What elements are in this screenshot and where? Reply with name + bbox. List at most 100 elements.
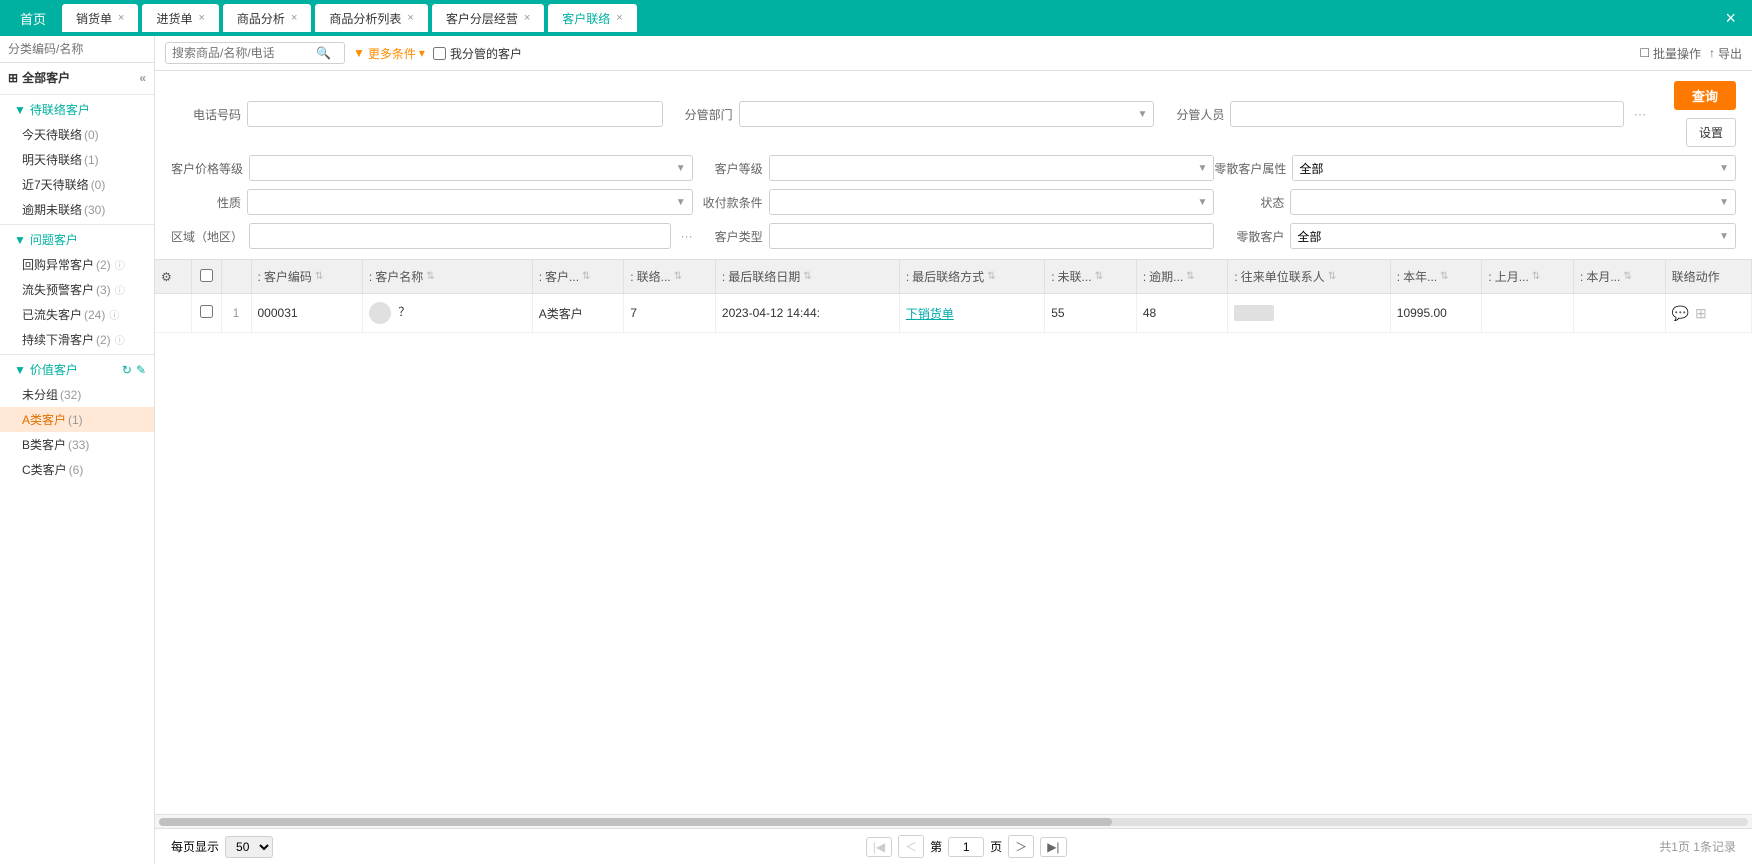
sidebar-item-churned[interactable]: 已流失客户(24) ⓘ <box>0 302 154 327</box>
sidebar-item-unclassified[interactable]: 未分组(32) <box>0 382 154 407</box>
filter-row-3: 性质 ▼ 收付款条件 ▼ 状态 <box>171 189 1736 215</box>
edit-icon[interactable]: ✎ <box>136 363 146 377</box>
horizontal-scrollbar[interactable] <box>155 814 1752 828</box>
chevron-down-icon-status: ▼ <box>1719 197 1729 208</box>
filter-bar: 🔍 ▼ 更多条件 ▾ 我分管的客户 ☐ 批量操作 ↑ 导出 <box>155 36 1752 71</box>
department-select[interactable]: ▼ <box>739 101 1155 127</box>
col-checkbox-header <box>191 260 221 294</box>
col-type-header[interactable]: : 客户... ⇅ <box>532 260 624 294</box>
sidebar-search-input[interactable] <box>8 42 155 56</box>
unit-contact-placeholder <box>1234 305 1274 321</box>
close-product-list-tab[interactable]: × <box>407 12 413 24</box>
col-thisyear-header[interactable]: : 本年... ⇅ <box>1390 260 1482 294</box>
phone-input[interactable] <box>247 101 663 127</box>
sidebar-item-class-c[interactable]: C类客户(6) <box>0 457 154 482</box>
sidebar-item-churn-warning[interactable]: 流失预警客户(3) ⓘ <box>0 277 154 302</box>
page-input[interactable] <box>948 837 984 857</box>
col-uncontacted-header[interactable]: : 未联... ⇅ <box>1045 260 1137 294</box>
qr-icon[interactable]: ⊞ <box>1695 305 1707 322</box>
search-icon[interactable]: 🔍 <box>316 46 331 60</box>
sidebar-item-tomorrow[interactable]: 明天待联络(1) <box>0 147 154 172</box>
sidebar-problem-group[interactable]: ▼ 问题客户 <box>0 227 154 252</box>
col-lastmonth-header[interactable]: : 上月... ⇅ <box>1482 260 1574 294</box>
retail-attr-select[interactable]: 全部 ▼ <box>1292 155 1736 181</box>
scroll-track[interactable] <box>159 818 1748 826</box>
nature-select[interactable]: ▼ <box>247 189 693 215</box>
page-size-label: 每页显示 <box>171 838 219 855</box>
sidebar-item-class-b[interactable]: B类客户(33) <box>0 432 154 457</box>
chevron-down-icon-level: ▼ <box>1197 163 1207 174</box>
my-customers-checkbox[interactable]: 我分管的客户 <box>433 45 522 62</box>
prev-page-button[interactable]: ＜ <box>898 835 924 858</box>
col-unitcontact-header[interactable]: : 往来单位联系人 ⇅ <box>1228 260 1390 294</box>
sidebar-value-group[interactable]: ▼ 价值客户 ↻ ✎ <box>0 357 154 382</box>
last-page-button[interactable]: ▶| <box>1040 837 1066 857</box>
sidebar-search-container: 🔍 <box>0 36 154 63</box>
chat-icon[interactable]: 💬 <box>1672 305 1689 322</box>
customer-level-select[interactable]: ▼ <box>769 155 1215 181</box>
next-page-button[interactable]: ＞ <box>1008 835 1034 858</box>
nav-tab-purchase[interactable]: 进货单 × <box>142 4 218 32</box>
page-size-select[interactable]: 50 <box>225 836 273 858</box>
window-close-button[interactable]: × <box>1717 8 1744 29</box>
query-button[interactable]: 查询 <box>1674 81 1736 110</box>
col-lastdate-header[interactable]: : 最后联络日期 ⇅ <box>715 260 899 294</box>
filter-department: 分管部门 ▼ <box>663 101 1155 127</box>
price-level-select[interactable]: ▼ <box>249 155 693 181</box>
region-dots[interactable]: ··· <box>681 229 693 243</box>
search-input[interactable] <box>172 46 312 60</box>
col-code-header[interactable]: : 客户编码 ⇅ <box>251 260 362 294</box>
sidebar-item-today[interactable]: 今天待联络(0) <box>0 122 154 147</box>
region-input[interactable] <box>249 223 671 249</box>
col-settings[interactable]: ⚙ <box>155 260 191 294</box>
col-contact-header[interactable]: : 联络... ⇅ <box>624 260 716 294</box>
nav-home[interactable]: 首页 <box>8 0 58 36</box>
status-select[interactable]: ▼ <box>1290 189 1736 215</box>
close-sales-tab[interactable]: × <box>118 12 124 24</box>
manager-dots[interactable]: ··· <box>1634 107 1646 121</box>
close-product-analysis-tab[interactable]: × <box>291 12 297 24</box>
row-checkbox[interactable] <box>200 305 213 318</box>
sidebar-collapse-icon[interactable]: « <box>139 71 146 85</box>
sidebar-item-7days[interactable]: 近7天待联络(0) <box>0 172 154 197</box>
row-num-cell: 1 <box>221 294 251 333</box>
refresh-icon[interactable]: ↻ <box>122 363 132 377</box>
row-lastmethod-cell[interactable]: 下销货单 <box>899 294 1044 333</box>
col-overdue-header[interactable]: : 逾期... ⇅ <box>1136 260 1228 294</box>
scroll-thumb[interactable] <box>159 818 1112 826</box>
sidebar-item-repurchase-anomaly[interactable]: 回购异常客户(2) ⓘ <box>0 252 154 277</box>
retail-customer-select[interactable]: 全部 ▼ <box>1290 223 1736 249</box>
payment-select[interactable]: ▼ <box>769 189 1215 215</box>
export-button[interactable]: ↑ 导出 <box>1709 45 1742 62</box>
nav-tab-customer-contact[interactable]: 客户联络 × <box>548 4 636 32</box>
sidebar-item-class-a[interactable]: A类客户(1) <box>0 407 154 432</box>
nav-tab-sales[interactable]: 销货单 × <box>62 4 138 32</box>
nav-tab-customer-segment[interactable]: 客户分层经营 × <box>432 4 544 32</box>
batch-op-button[interactable]: ☐ 批量操作 <box>1639 45 1701 62</box>
sidebar-item-overdue[interactable]: 逾期未联络(30) <box>0 197 154 222</box>
sort-icon-lastmethod: ⇅ <box>987 271 995 282</box>
sidebar-item-declining[interactable]: 持续下滑客户(2) ⓘ <box>0 327 154 352</box>
close-segment-tab[interactable]: × <box>524 12 530 24</box>
col-thismonth-header[interactable]: : 本月... ⇅ <box>1573 260 1665 294</box>
nav-tab-product-analysis[interactable]: 商品分析 × <box>223 4 311 32</box>
settings-button[interactable]: 设置 <box>1686 118 1736 147</box>
filter-price-level: 客户价格等级 ▼ <box>171 155 693 181</box>
col-name-header[interactable]: : 客户名称 ⇅ <box>362 260 532 294</box>
grid-icon: ⊞ <box>8 71 18 85</box>
value-group-label: 价值客户 <box>30 361 78 378</box>
first-page-button[interactable]: |◀ <box>866 837 892 857</box>
nav-tab-product-list[interactable]: 商品分析列表 × <box>315 4 427 32</box>
sidebar-pending-group[interactable]: ▼ 待联络客户 <box>0 97 154 122</box>
more-conditions-button[interactable]: ▼ 更多条件 ▾ <box>353 45 425 62</box>
sidebar-all-customers-header[interactable]: ⊞ 全部客户 « <box>0 63 154 92</box>
close-purchase-tab[interactable]: × <box>198 12 204 24</box>
close-contact-tab[interactable]: × <box>616 12 622 24</box>
last-method-link[interactable]: 下销货单 <box>906 307 954 321</box>
col-lastmethod-header[interactable]: : 最后联络方式 ⇅ <box>899 260 1044 294</box>
manager-input[interactable] <box>1230 101 1624 127</box>
sort-icon-uncontacted: ⇅ <box>1095 271 1103 282</box>
customer-type-input[interactable] <box>769 223 1215 249</box>
select-all-checkbox[interactable] <box>200 269 213 282</box>
my-customers-check[interactable] <box>433 47 446 60</box>
